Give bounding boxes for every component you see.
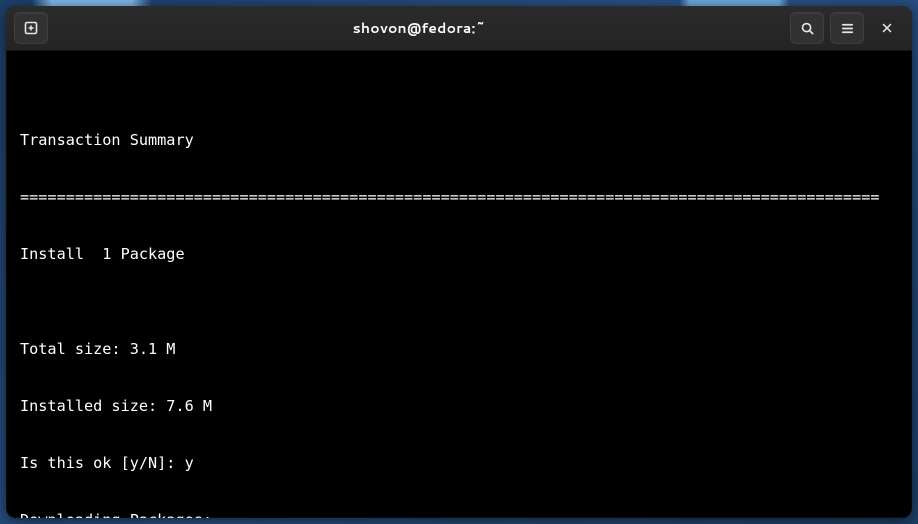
terminal-line: Is this ok [y/N]: y — [6, 454, 912, 473]
terminal-line: Transaction Summary — [6, 131, 912, 150]
hamburger-icon — [840, 21, 855, 36]
search-icon — [800, 21, 815, 36]
terminal-window: shovon@fedora:~ Transaction Summary ====… — [6, 6, 912, 518]
close-button[interactable] — [870, 12, 904, 44]
terminal-line: Install 1 Package — [6, 245, 912, 264]
terminal-line: Downloading Packages: — [6, 511, 912, 518]
titlebar: shovon@fedora:~ — [6, 6, 912, 51]
new-tab-button[interactable] — [14, 12, 48, 44]
new-tab-icon — [23, 20, 39, 36]
search-button[interactable] — [790, 12, 824, 44]
separator-line: ========================================… — [6, 188, 912, 207]
terminal-line: Installed size: 7.6 M — [6, 397, 912, 416]
window-title: shovon@fedora:~ — [54, 18, 784, 38]
terminal-line: Total size: 3.1 M — [6, 340, 912, 359]
menu-button[interactable] — [830, 12, 864, 44]
terminal-body[interactable]: Transaction Summary ====================… — [6, 51, 912, 518]
close-icon — [880, 21, 894, 35]
